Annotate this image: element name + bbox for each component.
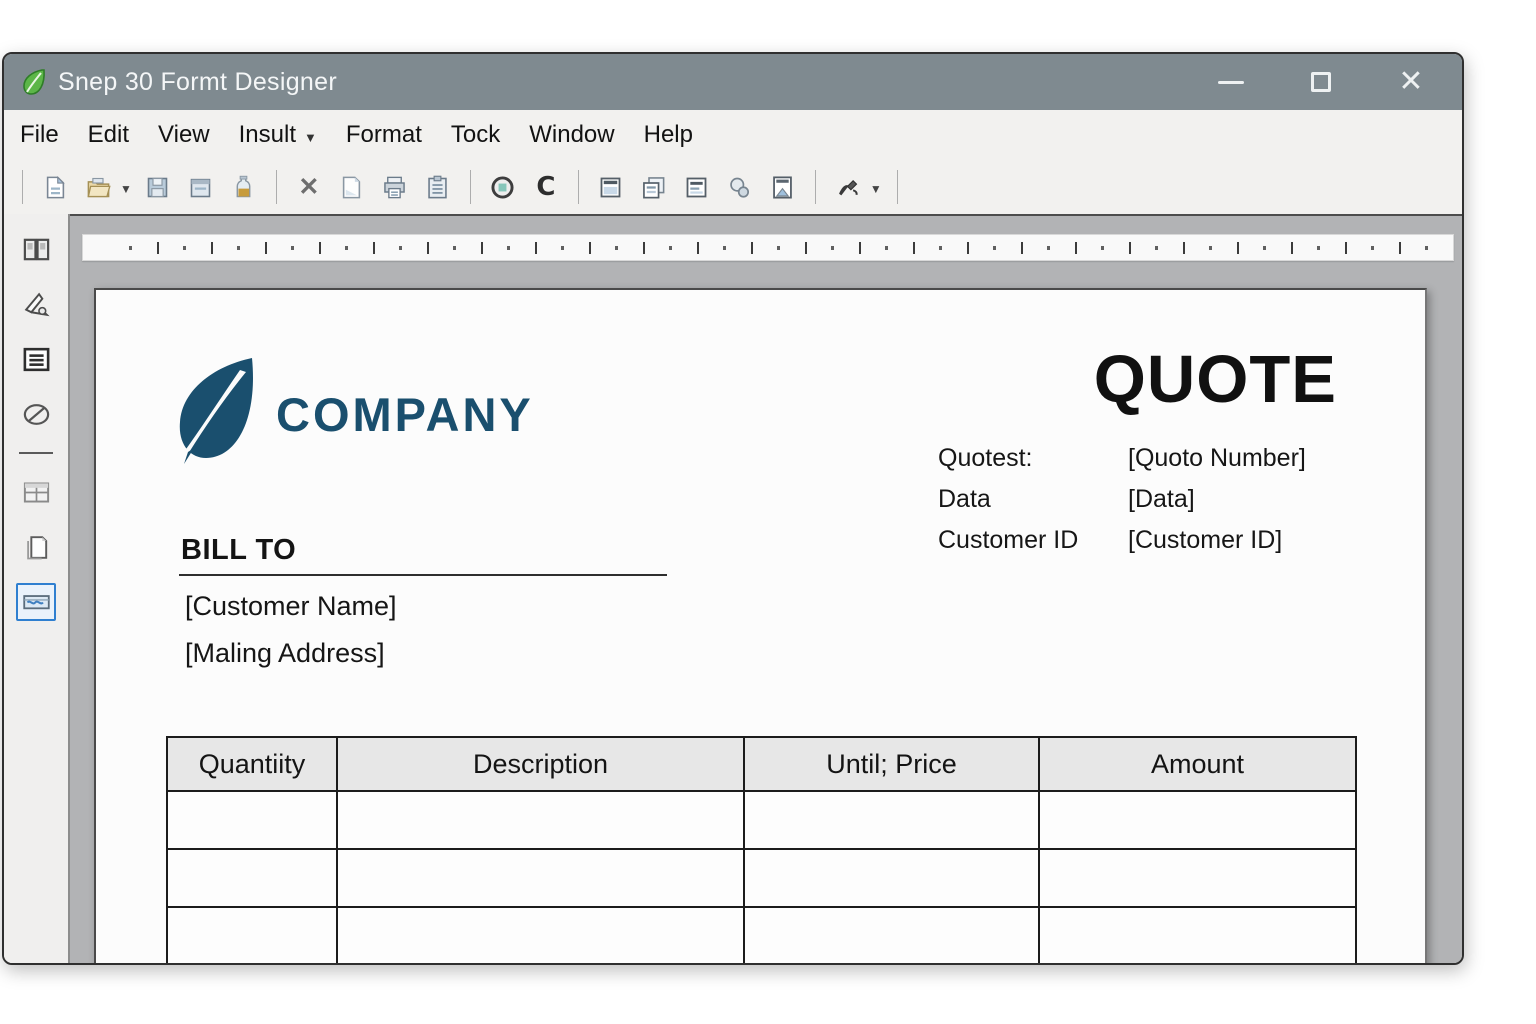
menu-insult-label: Insult	[238, 121, 296, 148]
field-table-icon[interactable]	[16, 583, 56, 621]
draw-pointer-icon[interactable]	[16, 285, 56, 323]
company-logo-text[interactable]: COMPANY	[276, 387, 534, 442]
table-header-quantity[interactable]: Quantiity	[166, 736, 338, 792]
open-folder-icon[interactable]	[81, 170, 115, 204]
company-logo-leaf-icon[interactable]	[174, 356, 270, 468]
menu-format[interactable]: Format	[346, 121, 422, 149]
window-title: Snep 30 Formt Designer	[58, 67, 337, 96]
table-header-amount[interactable]: Amount	[1038, 736, 1357, 792]
delete-x-icon[interactable]: ✕	[292, 170, 326, 204]
menu-tock[interactable]: Tock	[451, 121, 500, 149]
table-cell[interactable]	[1038, 848, 1357, 908]
menu-view[interactable]: View	[158, 121, 210, 149]
info-circle-icon[interactable]	[486, 170, 520, 204]
ink-jar-icon[interactable]	[227, 170, 261, 204]
form-report-icon[interactable]	[766, 170, 800, 204]
meta-label[interactable]: Quotest:	[938, 444, 1128, 473]
table-cell[interactable]	[166, 906, 338, 963]
meta-value-placeholder[interactable]: [Customer ID]	[1128, 526, 1282, 555]
app-leaf-icon	[23, 69, 45, 95]
toolbar-separator	[22, 170, 23, 204]
menu-insult[interactable]: Insult ▼	[239, 121, 317, 149]
quote-items-table: Quantiity Description Until; Price Amoun…	[166, 736, 1357, 963]
sidebar-divider	[19, 452, 53, 454]
mailing-address-placeholder[interactable]: [Maling Address]	[185, 638, 385, 669]
meta-label[interactable]: Data	[938, 485, 1128, 514]
paste-clipboard-icon[interactable]	[421, 170, 455, 204]
chevron-down-icon: ▼	[304, 129, 317, 145]
meta-row-customer-id: Customer ID [Customer ID]	[938, 520, 1306, 561]
link-circles-icon[interactable]	[723, 170, 757, 204]
quote-title[interactable]: QUOTE	[1094, 346, 1337, 413]
minimize-button[interactable]	[1214, 67, 1248, 97]
bill-to-heading[interactable]: BILL TO	[181, 534, 296, 567]
title-bar: Snep 30 Formt Designer ✕	[4, 54, 1462, 110]
new-document-icon[interactable]	[38, 170, 72, 204]
table-row	[166, 848, 1357, 908]
toolbar-separator	[275, 170, 277, 204]
table-row	[166, 790, 1357, 850]
table-cell[interactable]	[743, 848, 1040, 908]
table-header-row: Quantiity Description Until; Price Amoun…	[166, 736, 1357, 792]
maximize-button[interactable]	[1304, 67, 1338, 97]
meta-value-placeholder[interactable]: [Quoto Number]	[1128, 444, 1306, 473]
form-text-icon[interactable]	[680, 170, 714, 204]
meta-value-placeholder[interactable]: [Data]	[1128, 485, 1195, 514]
menu-file[interactable]: File	[20, 121, 59, 149]
table-cell[interactable]	[166, 790, 338, 850]
table-cell[interactable]	[743, 790, 1040, 850]
table-cell[interactable]	[1038, 790, 1357, 850]
quote-meta: Quotest: [Quoto Number] Data [Data] Cust…	[938, 438, 1306, 561]
table-row	[166, 906, 1357, 963]
split-view-icon[interactable]	[16, 230, 56, 268]
meta-row-quote-number: Quotest: [Quoto Number]	[938, 438, 1306, 479]
meta-row-date: Data [Data]	[938, 479, 1306, 520]
toolbar-separator	[814, 170, 816, 204]
table-cell[interactable]	[743, 906, 1040, 963]
menu-bar: File Edit View Insult ▼ Format Tock Wind…	[4, 110, 1462, 160]
ruler	[82, 234, 1454, 261]
table-cell[interactable]	[1038, 906, 1357, 963]
menu-help[interactable]: Help	[644, 121, 693, 149]
ellipse-icon[interactable]	[16, 395, 56, 433]
menu-edit[interactable]: Edit	[88, 121, 129, 149]
save-window-icon[interactable]	[184, 170, 218, 204]
toolbar-separator	[577, 170, 579, 204]
table-grid-icon[interactable]	[16, 473, 56, 511]
toolbar-separator	[896, 170, 898, 204]
design-canvas: COMPANY QUOTE Quotest: [Quoto Number] Da…	[70, 214, 1462, 963]
signature-pen-caret-icon[interactable]: ▼	[870, 179, 882, 196]
signature-pen-icon[interactable]	[831, 170, 865, 204]
open-folder-caret-icon[interactable]: ▼	[120, 179, 132, 196]
customer-name-placeholder[interactable]: [Customer Name]	[185, 591, 397, 622]
form-header-icon[interactable]	[594, 170, 628, 204]
print-icon[interactable]	[378, 170, 412, 204]
bill-to-underline	[179, 574, 667, 576]
close-button[interactable]: ✕	[1394, 67, 1428, 97]
toolbar: ▼ ✕ C ▼	[4, 160, 1462, 214]
table-cell[interactable]	[166, 848, 338, 908]
document-page: COMPANY QUOTE Quotest: [Quoto Number] Da…	[94, 288, 1427, 963]
refresh-icon[interactable]: C	[529, 170, 563, 204]
table-header-unit-price[interactable]: Until; Price	[743, 736, 1040, 792]
tool-sidebar	[4, 214, 70, 963]
table-cell[interactable]	[336, 790, 745, 850]
table-cell[interactable]	[336, 848, 745, 908]
toolbar-separator	[469, 170, 471, 204]
menu-window[interactable]: Window	[529, 121, 614, 149]
table-header-description[interactable]: Description	[336, 736, 745, 792]
text-block-icon[interactable]	[16, 340, 56, 378]
blank-page-icon[interactable]	[335, 170, 369, 204]
save-icon[interactable]	[141, 170, 175, 204]
app-window: Snep 30 Formt Designer ✕ File Edit View …	[2, 52, 1464, 965]
table-cell[interactable]	[336, 906, 745, 963]
form-copy-icon[interactable]	[637, 170, 671, 204]
page-copy-icon[interactable]	[16, 528, 56, 566]
meta-label[interactable]: Customer ID	[938, 526, 1128, 555]
